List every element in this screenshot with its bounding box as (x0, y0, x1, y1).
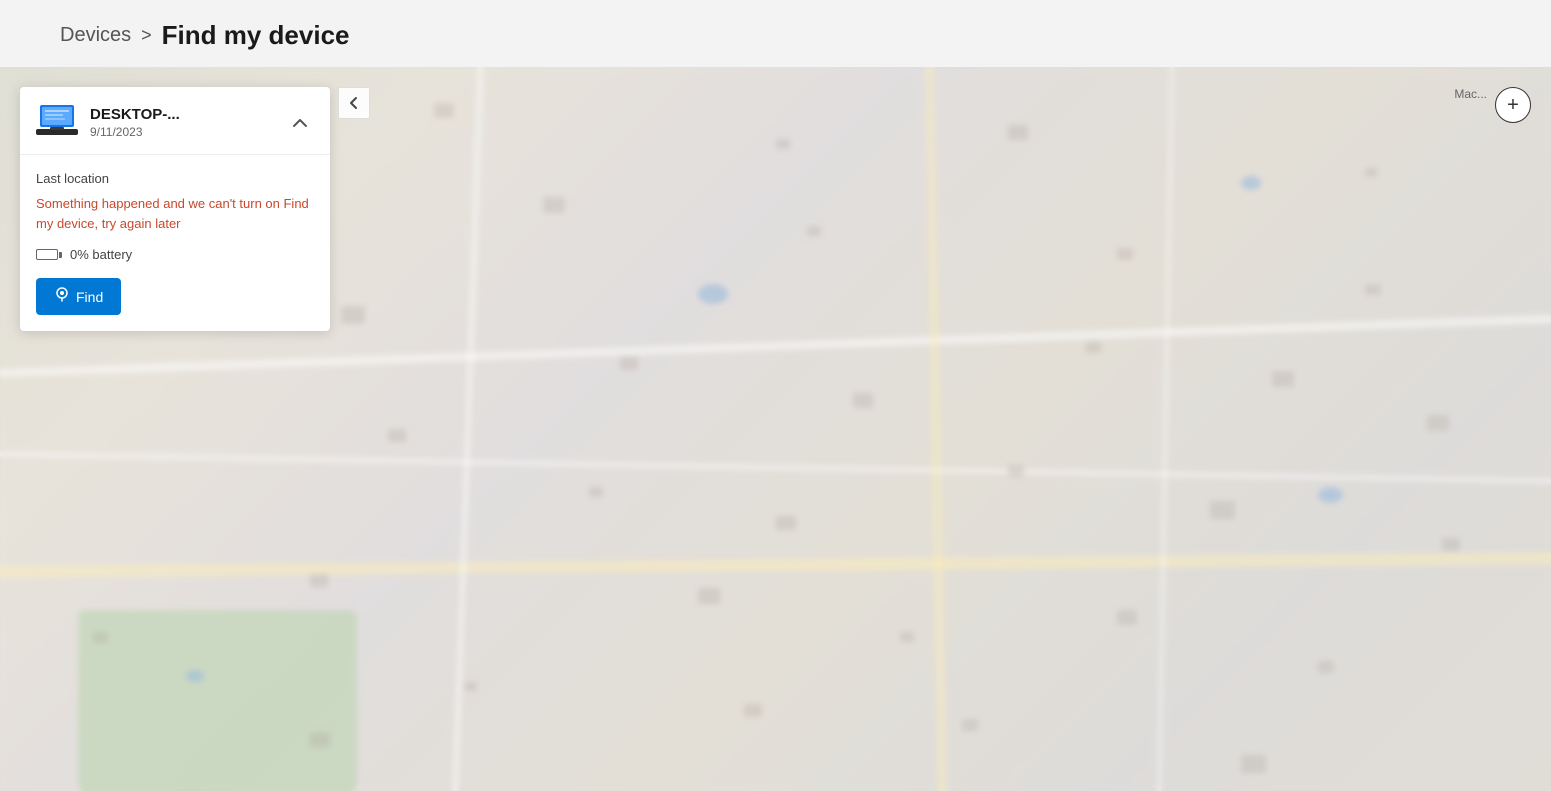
device-panel-header: DESKTOP-... 9/11/2023 (20, 87, 330, 155)
battery-text: 0% battery (70, 247, 132, 262)
laptop-icon-wrapper (36, 103, 78, 142)
battery-icon (36, 249, 62, 260)
error-message: Something happened and we can't turn on … (36, 194, 314, 233)
device-info: DESKTOP-... 9/11/2023 (90, 106, 274, 139)
zoom-plus-icon: + (1507, 94, 1519, 117)
back-arrow-icon (347, 96, 361, 110)
device-panel-body: Last location Something happened and we … (20, 155, 330, 331)
battery-body (36, 249, 58, 260)
last-location-label: Last location (36, 171, 314, 186)
breadcrumb-current: Find my device (162, 20, 350, 51)
battery-row: 0% battery (36, 247, 314, 262)
device-name: DESKTOP-... (90, 106, 274, 123)
collapse-button[interactable] (286, 109, 314, 137)
breadcrumb: Devices > Find my device (0, 0, 1551, 67)
find-icon (54, 286, 70, 307)
map-corner-label: Mac... (1454, 87, 1487, 101)
chevron-up-icon (292, 115, 308, 131)
back-arrow-button[interactable] (338, 87, 370, 119)
location-icon (54, 286, 70, 302)
find-button-label: Find (76, 289, 103, 305)
device-panel: DESKTOP-... 9/11/2023 Last location Some… (20, 87, 330, 331)
find-button[interactable]: Find (36, 278, 121, 315)
breadcrumb-devices[interactable]: Devices (60, 24, 131, 47)
device-date: 9/11/2023 (90, 125, 274, 139)
battery-tip (59, 252, 62, 258)
map-area: DESKTOP-... 9/11/2023 Last location Some… (0, 67, 1551, 791)
page-container: Devices > Find my device (0, 0, 1551, 791)
zoom-plus-button[interactable]: + (1495, 87, 1531, 123)
laptop-icon (36, 103, 78, 137)
breadcrumb-separator: > (141, 25, 152, 46)
